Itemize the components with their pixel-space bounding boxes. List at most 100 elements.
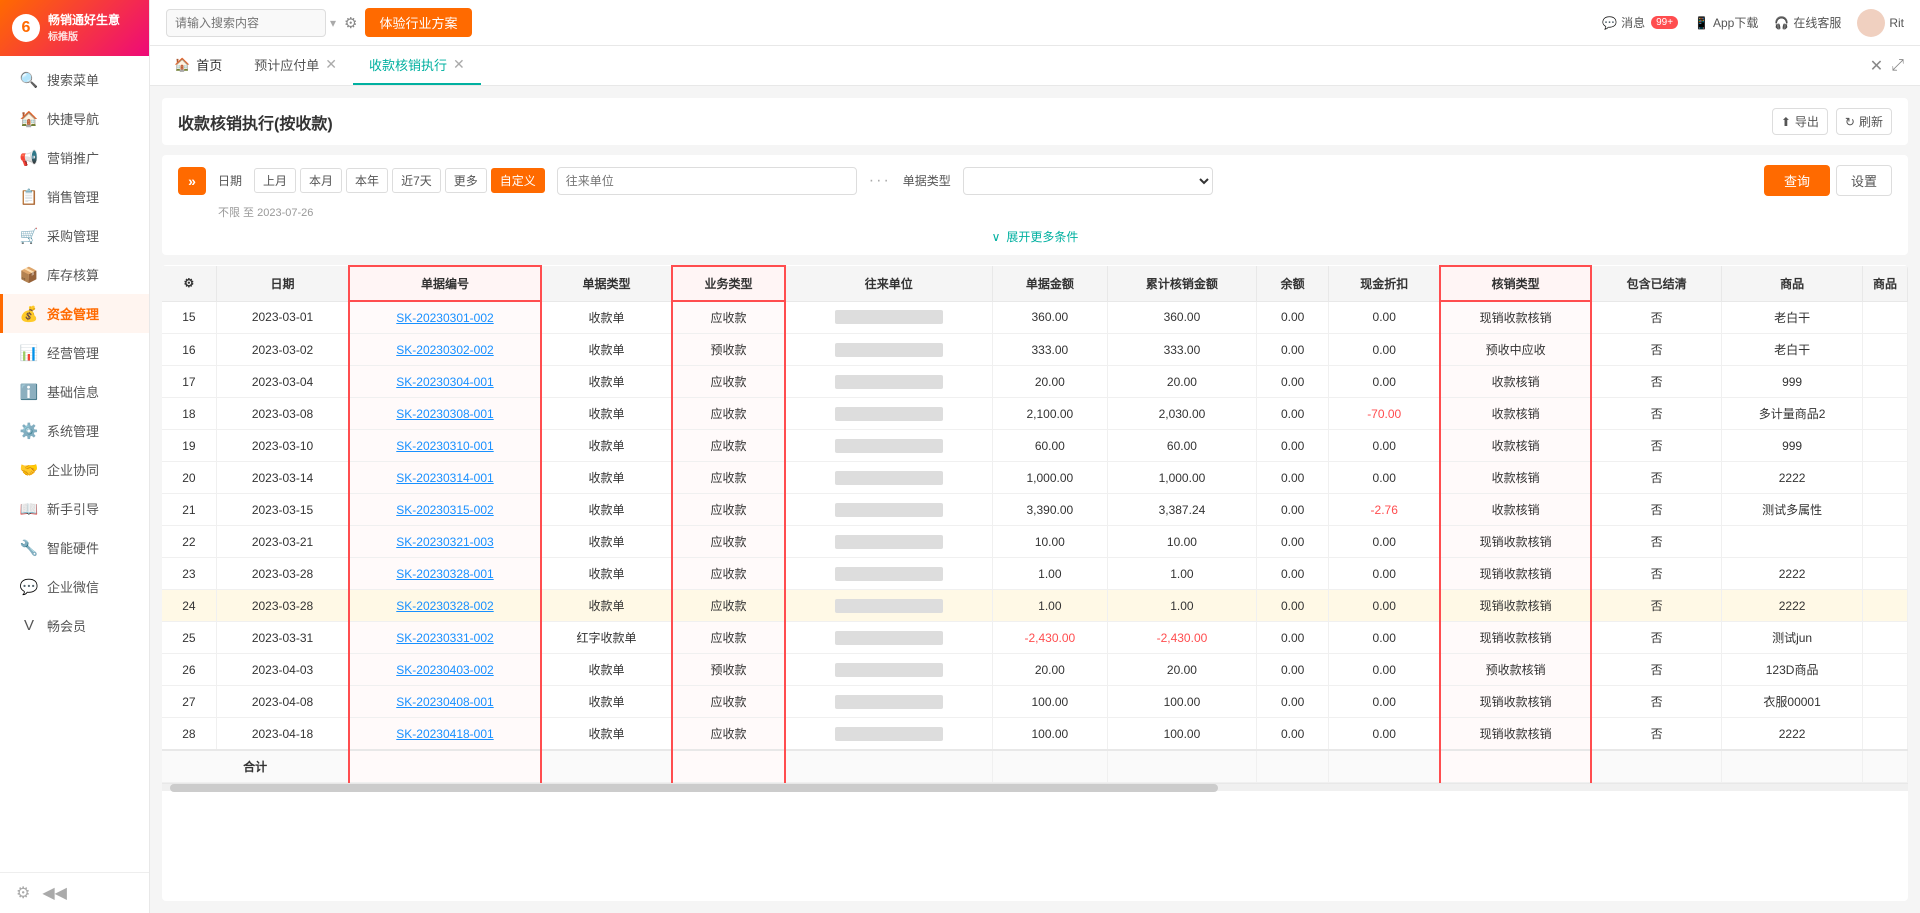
- sidebar-label-guide: 新手引导: [47, 499, 99, 518]
- date-this-year[interactable]: 本年: [346, 168, 388, 193]
- date-last-month[interactable]: 上月: [254, 168, 296, 193]
- cell-voucher-no[interactable]: SK-20230408-001: [349, 686, 541, 718]
- chevron-down-icon: ∨: [992, 230, 1001, 244]
- date-more[interactable]: 更多: [445, 168, 487, 193]
- cell-voucher-no[interactable]: SK-20230321-003: [349, 526, 541, 558]
- sidebar-icon-marketing: 📢: [19, 149, 39, 167]
- messages-badge: 99+: [1651, 16, 1678, 29]
- sidebar-item-hardware[interactable]: 🔧智能硬件: [0, 528, 149, 567]
- cell-verify-type: 收款核销: [1440, 366, 1591, 398]
- cell-goods2: [1862, 366, 1907, 398]
- settings-icon[interactable]: ⚙: [16, 883, 30, 903]
- voucher-type-select[interactable]: [963, 167, 1213, 195]
- tab-prepay-close[interactable]: ✕: [325, 56, 337, 73]
- user-avatar[interactable]: Rit: [1857, 9, 1904, 37]
- filter-settings-button[interactable]: 设置: [1836, 165, 1892, 196]
- filter-row-2: 不限 至 2023-07-26: [178, 204, 1892, 220]
- cell-voucher-no[interactable]: SK-20230304-001: [349, 366, 541, 398]
- cell-voucher-no[interactable]: SK-20230308-001: [349, 398, 541, 430]
- cell-date: 2023-03-28: [216, 590, 349, 622]
- cell-voucher-no[interactable]: SK-20230328-001: [349, 558, 541, 590]
- sidebar-icon-guide: 📖: [19, 500, 39, 518]
- sidebar-item-operation[interactable]: 📊经营管理: [0, 333, 149, 372]
- sidebar-item-guide[interactable]: 📖 新手引导: [0, 489, 149, 528]
- table-settings-icon[interactable]: ⚙: [184, 276, 195, 290]
- home-icon: 🏠: [174, 57, 190, 73]
- sidebar-item-enterprise[interactable]: 🤝企业协同: [0, 450, 149, 489]
- cell-counterparty: ████████: [785, 430, 993, 462]
- date-7days[interactable]: 近7天: [392, 168, 441, 193]
- col-amount: 单据金额: [992, 266, 1107, 301]
- cell-goods2: [1862, 334, 1907, 366]
- cell-voucher-no[interactable]: SK-20230302-002: [349, 334, 541, 366]
- date-this-month[interactable]: 本月: [300, 168, 342, 193]
- topbar-gear-icon[interactable]: ⚙: [340, 10, 361, 36]
- sidebar-item-inventory[interactable]: 📦库存核算: [0, 255, 149, 294]
- sidebar-item-purchase[interactable]: 🛒采购管理: [0, 216, 149, 255]
- cell-voucher-no[interactable]: SK-20230310-001: [349, 430, 541, 462]
- sidebar-item-wechat[interactable]: 💬企业微信: [0, 567, 149, 606]
- cell-amount: 10.00: [992, 526, 1107, 558]
- sidebar-item-sales[interactable]: 📋销售管理: [0, 177, 149, 216]
- date-custom[interactable]: 自定义: [491, 168, 545, 193]
- tabbar-close-icon[interactable]: ✕: [1870, 56, 1883, 76]
- sidebar-item-shortcut[interactable]: 🏠快捷导航: [0, 99, 149, 138]
- query-button[interactable]: 查询: [1764, 165, 1830, 196]
- cell-voucher-no[interactable]: SK-20230418-001: [349, 718, 541, 751]
- cell-voucher-type: 收款单: [541, 526, 673, 558]
- sidebar-item-marketing[interactable]: 📢营销推广: [0, 138, 149, 177]
- col-settings[interactable]: ⚙: [162, 266, 216, 301]
- cell-cash-discount: 0.00: [1329, 686, 1440, 718]
- cell-voucher-no[interactable]: SK-20230331-002: [349, 622, 541, 654]
- page-header: 收款核销执行(按收款) ⬆ 导出 ↻ 刷新: [162, 98, 1908, 145]
- topbar-chevron-icon[interactable]: ▾: [330, 16, 336, 30]
- sidebar-item-search[interactable]: 🔍搜索菜单: [0, 60, 149, 99]
- cell-goods: 2222: [1722, 462, 1863, 494]
- cell-no: 22: [162, 526, 216, 558]
- cell-voucher-no[interactable]: SK-20230315-002: [349, 494, 541, 526]
- tab-collection[interactable]: 收款核销执行 ✕: [353, 46, 481, 85]
- cell-counterparty: ████████: [785, 590, 993, 622]
- sidebar-bottom: ⚙ ◀◀: [0, 872, 149, 913]
- tabbar: 🏠 首页 预计应付单 ✕ 收款核销执行 ✕ ✕ ⤢: [150, 46, 1920, 86]
- tab-collection-close[interactable]: ✕: [453, 56, 465, 73]
- cell-cash-discount: 0.00: [1329, 622, 1440, 654]
- content-area: 收款核销执行(按收款) ⬆ 导出 ↻ 刷新 » 日期 上月: [150, 86, 1920, 913]
- cell-voucher-no[interactable]: SK-20230301-002: [349, 301, 541, 334]
- cell-voucher-no[interactable]: SK-20230403-002: [349, 654, 541, 686]
- sidebar-item-member[interactable]: V畅会员: [0, 606, 149, 645]
- refresh-button[interactable]: ↻ 刷新: [1836, 108, 1892, 135]
- sidebar-item-finance[interactable]: 💰资金管理: [0, 294, 149, 333]
- export-button[interactable]: ⬆ 导出: [1772, 108, 1828, 135]
- cell-verify-type: 预收中应收: [1440, 334, 1591, 366]
- sidebar-label-inventory: 库存核算: [47, 265, 99, 284]
- cell-biz-type: 预收款: [672, 334, 784, 366]
- sidebar-icon-basic: ℹ️: [19, 383, 39, 401]
- tabbar-expand-icon[interactable]: ⤢: [1891, 57, 1904, 75]
- cell-verify-type: 预收款核销: [1440, 654, 1591, 686]
- cell-counterparty: ████████: [785, 366, 993, 398]
- filter-expand-button[interactable]: »: [178, 167, 206, 195]
- app-download-button[interactable]: 📱 App下载: [1694, 14, 1758, 31]
- table-wrap: ⚙ 日期 单据编号 单据类型 业务类型 往来单位 单据金额 累计核销金额 余额 …: [162, 265, 1908, 901]
- tab-home[interactable]: 🏠 首页: [158, 46, 238, 85]
- filter-expand-more[interactable]: ∨ 展开更多条件: [178, 228, 1892, 245]
- col-voucher-no: 单据编号: [349, 266, 541, 301]
- online-service-button[interactable]: 🎧 在线客服: [1774, 14, 1841, 31]
- sidebar-item-basic[interactable]: ℹ️基础信息: [0, 372, 149, 411]
- date-label: 日期: [218, 172, 242, 189]
- col-cash-discount: 现金折扣: [1329, 266, 1440, 301]
- cell-verified-amount: 2,030.00: [1107, 398, 1256, 430]
- messages-button[interactable]: 💬 消息 99+: [1602, 14, 1678, 31]
- cell-voucher-no[interactable]: SK-20230328-002: [349, 590, 541, 622]
- topbar-search[interactable]: [166, 9, 326, 37]
- cell-include-settled: 否: [1591, 686, 1722, 718]
- solution-button[interactable]: 体验行业方案: [365, 8, 471, 37]
- cell-voucher-no[interactable]: SK-20230314-001: [349, 462, 541, 494]
- cell-date: 2023-03-15: [216, 494, 349, 526]
- collapse-icon[interactable]: ◀◀: [42, 883, 67, 903]
- counterparty-input[interactable]: [557, 167, 857, 195]
- cell-biz-type: 应收款: [672, 686, 784, 718]
- tab-prepay[interactable]: 预计应付单 ✕: [238, 46, 353, 85]
- sidebar-item-system[interactable]: ⚙️系统管理: [0, 411, 149, 450]
